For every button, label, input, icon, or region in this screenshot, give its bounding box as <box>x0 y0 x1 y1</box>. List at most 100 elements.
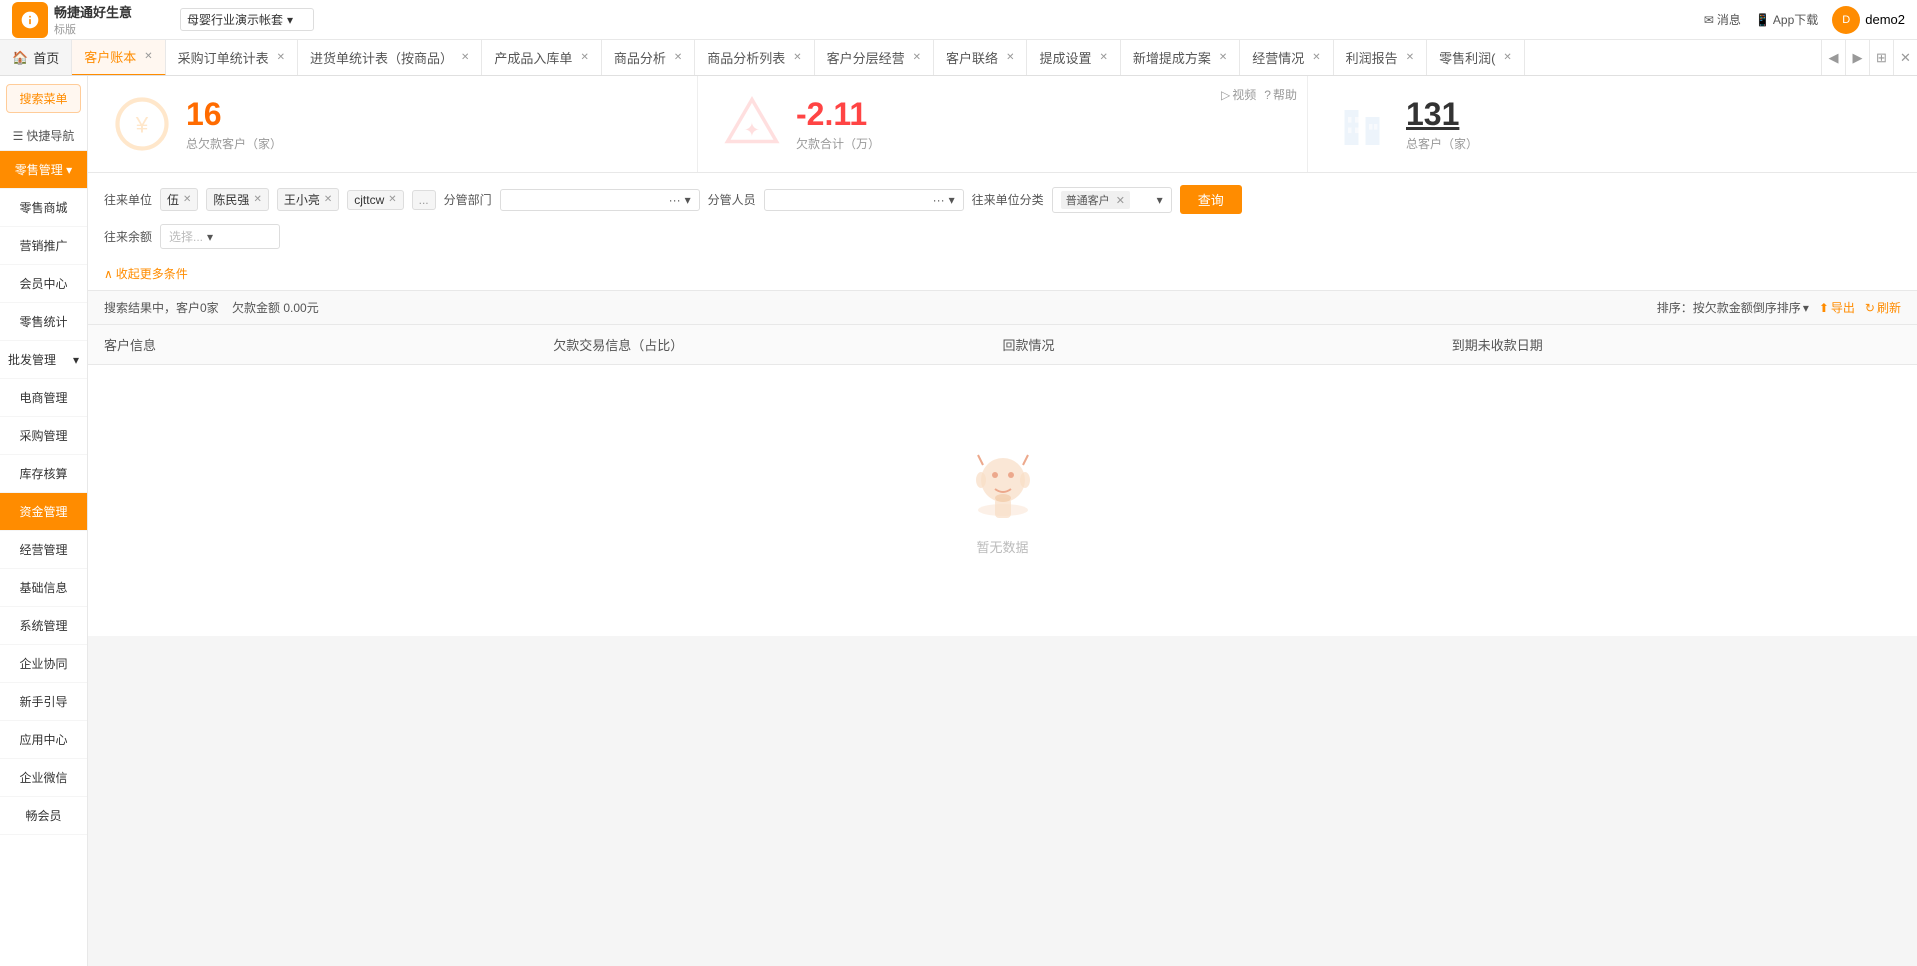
tab-navigation-arrows: ◀ ▶ ⊞ ✕ <box>1821 40 1917 76</box>
home-icon: 🏠 <box>12 50 28 66</box>
sidebar-item-marketing[interactable]: 营销推广 <box>0 227 87 265</box>
balance-filter-label: 往来余额 <box>104 228 152 245</box>
logo-icon <box>12 2 48 38</box>
unit-classify-select[interactable]: 普通客户 ✕ ▾ <box>1052 187 1172 213</box>
sidebar-item-enterprise-collab[interactable]: 企业协同 <box>0 645 87 683</box>
close-tab-product-inbound[interactable]: ✕ <box>580 52 588 63</box>
collapse-button[interactable]: ∧ 收起更多条件 <box>104 259 1901 290</box>
balance-select[interactable]: 选择... ▾ <box>160 224 280 249</box>
video-link[interactable]: ▷ 视频 <box>1221 86 1256 103</box>
tab-product-inbound[interactable]: 产成品入库单 ✕ <box>482 40 601 76</box>
user-profile[interactable]: D demo2 <box>1832 6 1905 34</box>
sidebar-item-retail-mgmt[interactable]: 零售管理 ▾ <box>0 151 87 189</box>
dept-filter-label: 分管部门 <box>444 191 492 208</box>
message-icon: ✉ <box>1704 13 1714 27</box>
remove-unit-cjttcw[interactable]: ✕ <box>388 194 396 205</box>
refresh-button[interactable]: ↻ 刷新 <box>1865 299 1901 316</box>
tab-inbound-stats[interactable]: 进货单统计表（按商品） ✕ <box>298 40 482 76</box>
sidebar-search-area: 搜索菜单 <box>0 76 87 121</box>
tab-right-arrow[interactable]: ▶ <box>1845 40 1869 76</box>
tab-retail-profit[interactable]: 零售利润( ✕ <box>1427 40 1525 76</box>
dept-select[interactable]: ··· ▾ <box>500 189 700 211</box>
tab-purchase-order-stats[interactable]: 采购订单统计表 ✕ <box>166 40 298 76</box>
classify-arrow-icon: ▾ <box>1157 193 1163 207</box>
export-icon: ⬆ <box>1819 301 1829 315</box>
export-button[interactable]: ⬆ 导出 <box>1819 299 1855 316</box>
sidebar-item-finance-mgmt[interactable]: 资金管理 <box>0 493 87 531</box>
remove-unit-wang[interactable]: ✕ <box>324 194 332 205</box>
search-button[interactable]: 查询 <box>1180 185 1242 214</box>
unit-tag-wang[interactable]: 王小亮 ✕ <box>277 188 339 211</box>
logo-area: 畅捷通好生意 标版 <box>12 2 172 38</box>
sidebar-item-new-guide[interactable]: 新手引导 <box>0 683 87 721</box>
close-tab-retail-profit[interactable]: ✕ <box>1503 52 1511 63</box>
tab-more-btn[interactable]: ⊞ <box>1869 40 1893 76</box>
tab-left-arrow[interactable]: ◀ <box>1821 40 1845 76</box>
dept-arrow-icon: ▾ <box>685 193 691 207</box>
close-tab-product-analysis-list[interactable]: ✕ <box>793 52 801 63</box>
message-btn[interactable]: ✉ 消息 <box>1704 11 1741 28</box>
remove-unit-chen[interactable]: ✕ <box>253 194 261 205</box>
stat-label-debt-customers: 总欠款客户（家） <box>186 135 282 152</box>
close-tab-operations[interactable]: ✕ <box>1312 52 1320 63</box>
sidebar-item-inventory-check[interactable]: 库存核算 <box>0 455 87 493</box>
demo-selector[interactable]: 母婴行业演示帐套 ▾ <box>180 8 314 31</box>
tab-promotion-settings[interactable]: 提成设置 ✕ <box>1027 40 1120 76</box>
top-bar: 畅捷通好生意 标版 母婴行业演示帐套 ▾ ✉ 消息 📱 App下载 D demo… <box>0 0 1917 40</box>
sidebar-item-retail-mall[interactable]: 零售商城 <box>0 189 87 227</box>
unit-tag-cjttcw[interactable]: cjttcw ✕ <box>347 190 403 210</box>
empty-state: 暂无数据 <box>88 365 1917 636</box>
close-tab-purchase-order-stats[interactable]: ✕ <box>277 52 285 63</box>
sidebar-item-member-center[interactable]: 会员中心 <box>0 265 87 303</box>
close-tab-customer-segment[interactable]: ✕ <box>913 52 921 63</box>
tab-profit-report[interactable]: 利润报告 ✕ <box>1334 40 1427 76</box>
close-tab-new-achievement[interactable]: ✕ <box>1219 52 1227 63</box>
search-menu-button[interactable]: 搜索菜单 <box>6 84 81 113</box>
tab-home[interactable]: 🏠 首页 <box>0 40 72 76</box>
tab-customer-contact[interactable]: 客户联络 ✕ <box>934 40 1027 76</box>
sidebar-quick-nav[interactable]: ☰ 快捷导航 <box>0 121 87 151</box>
sidebar-item-purchase-mgmt[interactable]: 采购管理 <box>0 417 87 455</box>
close-tab-customer-contact[interactable]: ✕ <box>1006 52 1014 63</box>
main-content: ¥ 16 总欠款客户（家） ✦ -2.11 欠款合计 <box>88 76 1917 966</box>
sidebar-item-app-center[interactable]: 应用中心 <box>0 721 87 759</box>
close-tab-promotion-settings[interactable]: ✕ <box>1099 52 1107 63</box>
sort-button[interactable]: 排序：按欠款金额倒序排序 ▾ <box>1657 299 1809 316</box>
app-download-btn[interactable]: 📱 App下载 <box>1755 11 1818 28</box>
tab-product-analysis[interactable]: 商品分析 ✕ <box>602 40 695 76</box>
sidebar-item-system-mgmt[interactable]: 系统管理 <box>0 607 87 645</box>
sidebar-item-wholesale-mgmt[interactable]: 批发管理 ▾ <box>0 341 87 379</box>
sidebar-item-enterprise-wechat[interactable]: 企业微信 <box>0 759 87 797</box>
sidebar-item-basic-info[interactable]: 基础信息 <box>0 569 87 607</box>
remove-classify[interactable]: ✕ <box>1116 195 1125 207</box>
tab-customer-segment[interactable]: 客户分层经营 ✕ <box>815 40 934 76</box>
tab-product-analysis-list[interactable]: 商品分析列表 ✕ <box>695 40 814 76</box>
dept-more-icon: ··· <box>669 193 681 207</box>
person-select[interactable]: ··· ▾ <box>764 189 964 211</box>
close-tab-profit-report[interactable]: ✕ <box>1406 52 1414 63</box>
sidebar-item-ecommerce-mgmt[interactable]: 电商管理 <box>0 379 87 417</box>
tab-new-achievement[interactable]: 新增提成方案 ✕ <box>1121 40 1240 76</box>
sidebar-item-retail-stats[interactable]: 零售统计 <box>0 303 87 341</box>
close-tab-customer-accounts[interactable]: ✕ <box>144 51 152 62</box>
sort-arrow-icon: ▾ <box>1803 301 1809 315</box>
filter-row-1: 往来单位 伍 ✕ 陈民强 ✕ 王小亮 ✕ cjttcw ✕ <box>104 185 1901 214</box>
person-arrow-icon: ▾ <box>949 193 955 207</box>
help-link[interactable]: ? 帮助 <box>1264 86 1297 103</box>
stat-value-debt-amount: -2.11 <box>796 96 880 133</box>
classify-tag: 普通客户 ✕ <box>1061 191 1130 209</box>
unit-more-btn[interactable]: ... <box>412 190 436 210</box>
tab-close-all-btn[interactable]: ✕ <box>1893 40 1917 76</box>
stat-card-debt-customers: ¥ 16 总欠款客户（家） <box>88 76 698 172</box>
sidebar-item-operations-mgmt[interactable]: 经营管理 <box>0 531 87 569</box>
sidebar-item-member-vip[interactable]: 畅会员 <box>0 797 87 835</box>
close-tab-inbound-stats[interactable]: ✕ <box>461 52 469 63</box>
close-tab-product-analysis[interactable]: ✕ <box>674 52 682 63</box>
tab-operations[interactable]: 经营情况 ✕ <box>1240 40 1333 76</box>
main-layout: 搜索菜单 ☰ 快捷导航 零售管理 ▾ 零售商城 营销推广 会员中心 零售统计 批… <box>0 76 1917 966</box>
unit-tag-chen[interactable]: 陈民强 ✕ <box>206 188 268 211</box>
tab-customer-accounts[interactable]: 客户账本 ✕ <box>72 40 165 76</box>
unit-tag-wu[interactable]: 伍 ✕ <box>160 188 198 211</box>
remove-unit-wu[interactable]: ✕ <box>183 194 191 205</box>
person-more-icon: ··· <box>933 193 945 207</box>
